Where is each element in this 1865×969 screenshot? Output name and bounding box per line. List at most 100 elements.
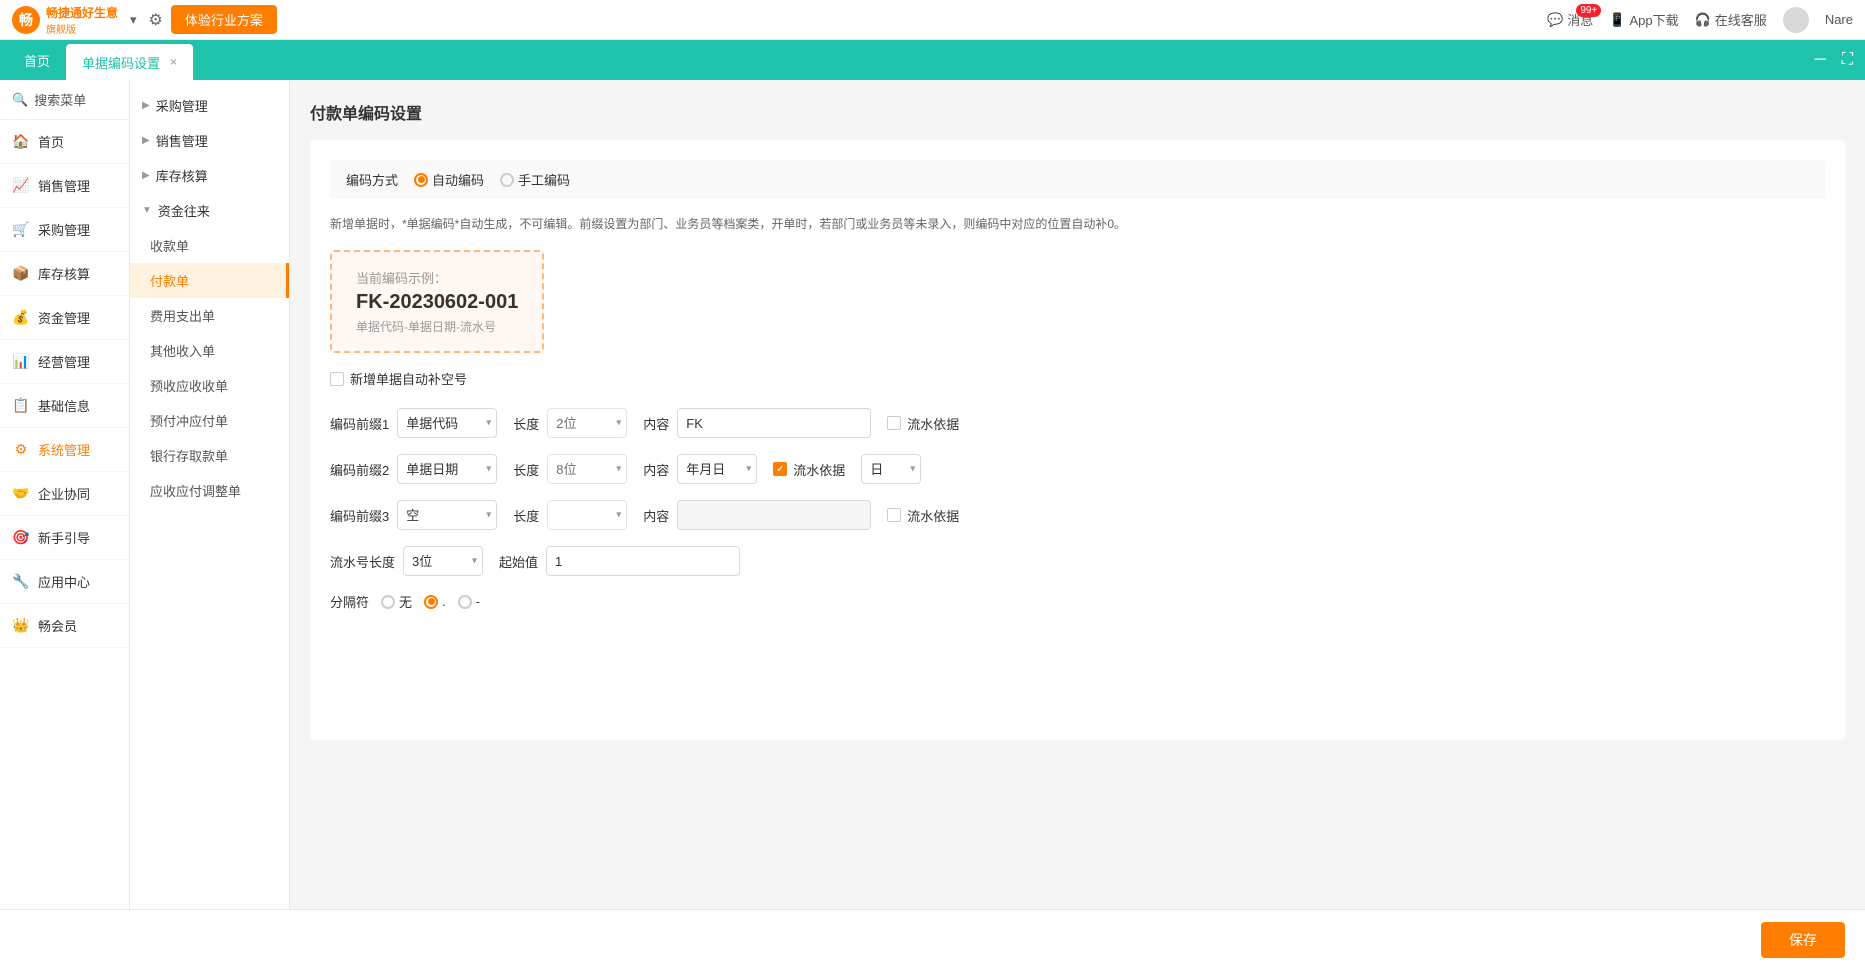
- sidebar-item-apps[interactable]: 🔧 应用中心: [0, 560, 129, 604]
- prefix3-select[interactable]: 空: [397, 500, 497, 530]
- member-icon: 👑: [12, 617, 30, 635]
- length3-select[interactable]: [547, 500, 627, 530]
- content3-input[interactable]: [677, 500, 871, 530]
- prefix1-select[interactable]: 单据代码: [397, 408, 497, 438]
- code-preview-value: FK-20230602-001: [356, 291, 518, 314]
- sep-dot-radio[interactable]: [424, 595, 438, 609]
- sidebar-item-purchase[interactable]: 🛒 采购管理: [0, 208, 129, 252]
- sidebar-label-home: 首页: [38, 132, 64, 151]
- sidebar-label-purchase: 采购管理: [38, 220, 90, 239]
- page-title: 付款单编码设置: [310, 100, 1845, 124]
- top-bar-nav: ▾ ⚙ 体验行业方案: [126, 5, 277, 34]
- manual-encoding-option[interactable]: 手工编码: [500, 170, 570, 189]
- sidebar-item-finance[interactable]: 💰 资金管理: [0, 296, 129, 340]
- manual-encoding-radio[interactable]: [500, 173, 514, 187]
- sub-group-sales: ▶ 销售管理: [130, 123, 289, 158]
- tab-maximize-btn[interactable]: ⛶: [1838, 47, 1857, 73]
- sidebar-item-sales[interactable]: 📈 销售管理: [0, 164, 129, 208]
- apps-icon: 🔧: [12, 573, 30, 591]
- inventory-icon: 📦: [12, 265, 30, 283]
- code-preview-sub: 单据代码-单据日期-流水号: [356, 318, 518, 335]
- start-value-input[interactable]: [546, 546, 740, 576]
- sub-item-adjustment[interactable]: 应收应付调整单: [130, 473, 289, 508]
- sidebar-search[interactable]: 🔍 搜索菜单: [0, 80, 129, 120]
- settings-btn[interactable]: ⚙: [145, 6, 167, 34]
- sub-item-bank[interactable]: 银行存取款单: [130, 438, 289, 473]
- sidebar-item-enterprise[interactable]: 🤝 企业协同: [0, 472, 129, 516]
- tab-bar: 首页 单据编码设置 × ─ ⛶: [0, 40, 1865, 80]
- prefix1-row: 编码前缀1 单据代码 长度 2位 内容: [330, 408, 1825, 438]
- content2-group: 内容 年月日: [643, 454, 757, 484]
- serial-length-label: 流水号长度: [330, 552, 395, 571]
- info-text: 新增单据时，*单据编码*自动生成，不可编辑。前缀设置为部门、业务员等档案类，开单…: [330, 215, 1825, 234]
- serial3-checkbox[interactable]: [887, 508, 901, 522]
- sidebar-item-system[interactable]: ⚙ 系统管理: [0, 428, 129, 472]
- content1-input[interactable]: [677, 408, 871, 438]
- sub-group-purchase-title[interactable]: ▶ 采购管理: [130, 88, 289, 123]
- sub-item-prepay-offset[interactable]: 预付冲应付单: [130, 403, 289, 438]
- serial2-checkbox[interactable]: ✓: [773, 462, 787, 476]
- sep-none-radio[interactable]: [381, 595, 395, 609]
- sidebar-item-home[interactable]: 🏠 首页: [0, 120, 129, 164]
- prefix2-select[interactable]: 单据日期: [397, 454, 497, 484]
- length2-select[interactable]: 8位: [547, 454, 627, 484]
- serial-length-select[interactable]: 3位 4位 5位: [403, 546, 483, 576]
- encoding-radio-group: 自动编码 手工编码: [414, 170, 570, 189]
- sub-item-expense[interactable]: 费用支出单: [130, 298, 289, 333]
- sidebar-item-member[interactable]: 👑 畅会员: [0, 604, 129, 648]
- tab-minimize-btn[interactable]: ─: [1810, 47, 1829, 73]
- serial1-checkbox[interactable]: [887, 416, 901, 430]
- sidebar-item-management[interactable]: 📊 经营管理: [0, 340, 129, 384]
- sep-none-option[interactable]: 无: [381, 592, 412, 611]
- sub-item-payment[interactable]: 付款单: [130, 263, 289, 298]
- length1-select-wrapper: 2位: [547, 408, 627, 438]
- system-icon: ⚙: [12, 441, 30, 459]
- sub-item-other-income[interactable]: 其他收入单: [130, 333, 289, 368]
- auto-encoding-option[interactable]: 自动编码: [414, 170, 484, 189]
- serial-length-row: 流水号长度 3位 4位 5位 起始值: [330, 546, 1825, 576]
- separator-options: 无 . -: [381, 592, 480, 611]
- tab-close-icon[interactable]: ×: [170, 55, 177, 69]
- content2-select[interactable]: 年月日: [677, 454, 757, 484]
- message-item[interactable]: 💬 消息 99+: [1547, 10, 1593, 29]
- length2-select-wrapper: 8位: [547, 454, 627, 484]
- serial2-unit-select[interactable]: 日 月 年: [861, 454, 921, 484]
- sep-dash-label: -: [476, 594, 480, 609]
- sidebar-label-member: 畅会员: [38, 616, 77, 635]
- sidebar-label-sales: 销售管理: [38, 176, 90, 195]
- sidebar-label-management: 经营管理: [38, 352, 90, 371]
- sep-dot-option[interactable]: .: [424, 594, 446, 609]
- tab-encoding-settings[interactable]: 单据编码设置 ×: [66, 44, 193, 80]
- auto-fill-checkbox[interactable]: [330, 372, 344, 386]
- save-button[interactable]: 保存: [1761, 922, 1845, 958]
- sub-group-funds: ▼ 资金往来 收款单 付款单 费用支出单 其他收入单 预收应收收单 预付冲应付单…: [130, 193, 289, 508]
- experience-btn[interactable]: 体验行业方案: [171, 5, 277, 34]
- sep-dash-radio[interactable]: [458, 595, 472, 609]
- sep-dash-option[interactable]: -: [458, 594, 480, 609]
- sub-group-funds-title[interactable]: ▼ 资金往来: [130, 193, 289, 228]
- sub-group-sales-title[interactable]: ▶ 销售管理: [130, 123, 289, 158]
- sidebar-item-inventory[interactable]: 📦 库存核算: [0, 252, 129, 296]
- sub-item-receipt[interactable]: 收款单: [130, 228, 289, 263]
- nav-dropdown-btn[interactable]: ▾: [126, 8, 141, 32]
- app-download-item[interactable]: 📱 App下载: [1609, 10, 1678, 29]
- sidebar-item-guide[interactable]: 🎯 新手引导: [0, 516, 129, 560]
- message-icon: 💬: [1547, 12, 1563, 28]
- tab-home[interactable]: 首页: [8, 40, 66, 80]
- sub-item-advance-receipt[interactable]: 预收应收收单: [130, 368, 289, 403]
- sub-group-inventory-title[interactable]: ▶ 库存核算: [130, 158, 289, 193]
- prefix1-label: 编码前缀1: [330, 414, 389, 433]
- sidebar-label-finance: 资金管理: [38, 308, 90, 327]
- auto-encoding-radio[interactable]: [414, 173, 428, 187]
- prefix2-select-wrapper: 单据日期: [397, 454, 497, 484]
- user-avatar[interactable]: [1783, 7, 1809, 33]
- auto-fill-label: 新增单据自动补空号: [350, 369, 467, 388]
- online-service-label: 在线客服: [1715, 10, 1767, 29]
- sidebar-item-basic[interactable]: 📋 基础信息: [0, 384, 129, 428]
- bottom-bar: 保存: [0, 909, 1865, 969]
- online-service-item[interactable]: 🎧 在线客服: [1695, 10, 1767, 29]
- content1-label: 内容: [643, 414, 669, 433]
- manual-encoding-label: 手工编码: [518, 170, 570, 189]
- length1-select[interactable]: 2位: [547, 408, 627, 438]
- top-bar: 畅 畅捷通好生意 旗舰版 ▾ ⚙ 体验行业方案 💬 消息 99+ 📱 App下载…: [0, 0, 1865, 40]
